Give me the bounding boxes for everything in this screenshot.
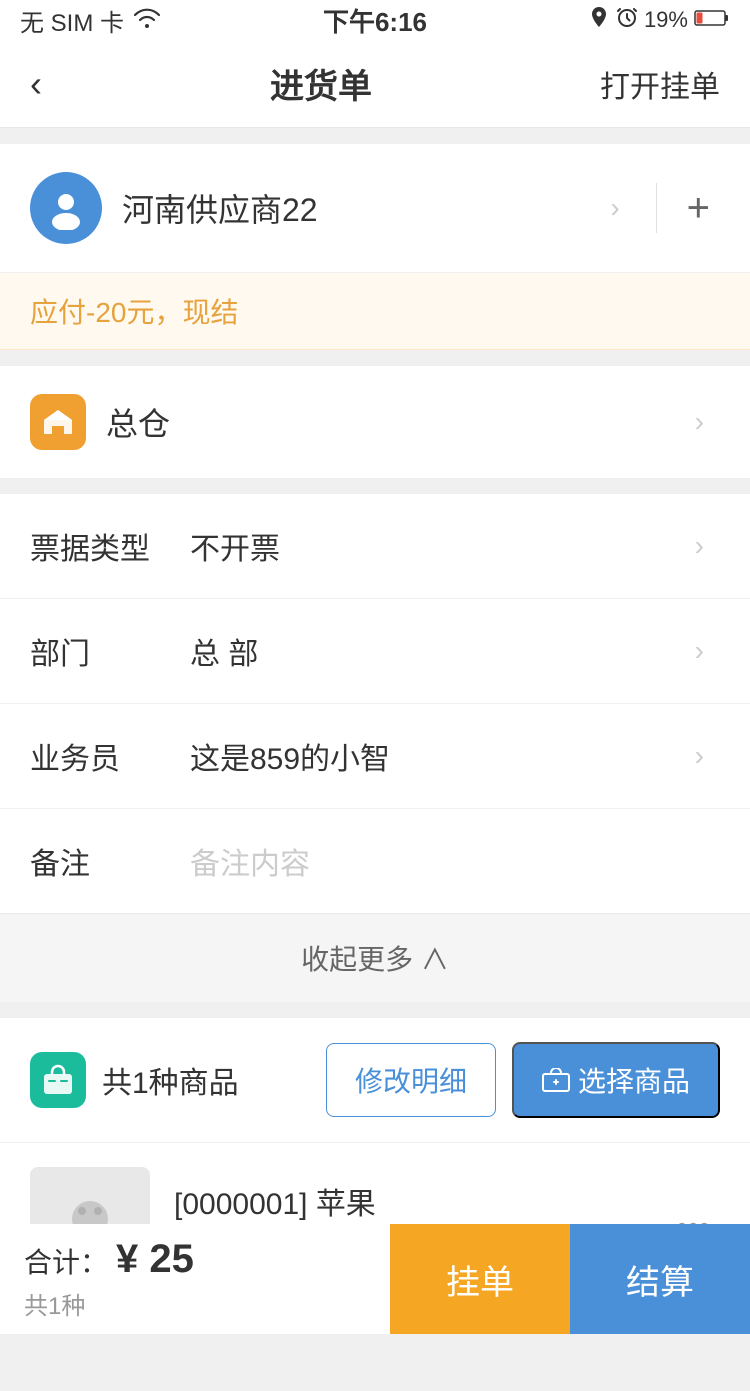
supplier-row[interactable]: 河南供应商22 › + bbox=[0, 144, 750, 273]
gap-4 bbox=[0, 1002, 750, 1018]
department-row[interactable]: 部门 总 部 › bbox=[0, 598, 750, 703]
remark-label: 备注 bbox=[30, 839, 170, 883]
select-product-label: 选择商品 bbox=[578, 1060, 690, 1100]
invoice-type-value: 不开票 bbox=[170, 524, 695, 568]
warehouse-row[interactable]: 总仓 › bbox=[0, 366, 750, 478]
invoice-chevron-icon: › bbox=[695, 530, 704, 562]
battery-icon bbox=[694, 7, 730, 33]
remark-input[interactable]: 备注内容 bbox=[170, 839, 720, 883]
collapse-button[interactable]: 收起更多 ∧ bbox=[0, 913, 750, 1002]
status-right-area: 19% bbox=[588, 6, 730, 34]
wifi-icon bbox=[132, 6, 162, 35]
location-icon bbox=[588, 6, 610, 34]
salesperson-row[interactable]: 业务员 这是859的小智 › bbox=[0, 703, 750, 808]
product-name: [0000001] 苹果 bbox=[174, 1179, 666, 1223]
salesperson-chevron-icon: › bbox=[695, 740, 704, 772]
edit-detail-button[interactable]: 修改明细 bbox=[326, 1043, 496, 1117]
supplier-chevron-icon: › bbox=[610, 192, 619, 224]
gap-3 bbox=[0, 478, 750, 494]
battery-text: 19% bbox=[644, 7, 688, 33]
warehouse-section[interactable]: 总仓 › bbox=[0, 366, 750, 478]
warehouse-chevron-icon: › bbox=[695, 406, 704, 438]
checkout-button[interactable]: 结算 bbox=[570, 1224, 750, 1334]
invoice-type-label: 票据类型 bbox=[30, 524, 170, 568]
divider bbox=[656, 183, 657, 233]
product-count: 共1种商品 bbox=[102, 1058, 326, 1102]
page-title: 进货单 bbox=[270, 59, 372, 108]
department-label: 部门 bbox=[30, 629, 170, 673]
form-section: 票据类型 不开票 › 部门 总 部 › 业务员 这是859的小智 › 备注 备注… bbox=[0, 494, 750, 1002]
warehouse-name: 总仓 bbox=[106, 399, 695, 445]
warehouse-icon bbox=[30, 394, 86, 450]
salesperson-value: 这是859的小智 bbox=[170, 734, 695, 778]
open-hang-button[interactable]: 打开挂单 bbox=[600, 62, 720, 106]
status-bar: 无 SIM 卡 下午6:16 19% bbox=[0, 0, 750, 40]
supplier-name: 河南供应商22 bbox=[122, 185, 610, 231]
status-carrier: 无 SIM 卡 bbox=[20, 3, 162, 38]
total-sub-label: 共1种 bbox=[24, 1286, 366, 1321]
carrier-text: 无 SIM 卡 bbox=[20, 3, 124, 38]
total-label: 合计： bbox=[24, 1241, 108, 1281]
nav-bar: ‹ 进货单 打开挂单 bbox=[0, 40, 750, 128]
department-value: 总 部 bbox=[170, 629, 695, 673]
supplier-section: 河南供应商22 › + 应付-20元，现结 bbox=[0, 144, 750, 350]
product-header: 共1种商品 修改明细 选择商品 bbox=[0, 1018, 750, 1142]
supplier-avatar bbox=[30, 172, 102, 244]
select-product-button[interactable]: 选择商品 bbox=[512, 1042, 720, 1118]
remark-row[interactable]: 备注 备注内容 bbox=[0, 808, 750, 913]
status-time: 下午6:16 bbox=[323, 2, 427, 39]
alarm-icon bbox=[616, 6, 638, 34]
footer-total-area: 合计： ¥ 25 共1种 bbox=[0, 1224, 390, 1334]
gap-2 bbox=[0, 350, 750, 366]
total-amount: ¥ 25 bbox=[116, 1237, 194, 1282]
add-button[interactable]: + bbox=[677, 186, 720, 231]
notice-bar: 应付-20元，现结 bbox=[0, 273, 750, 350]
gap-1 bbox=[0, 128, 750, 144]
invoice-type-row[interactable]: 票据类型 不开票 › bbox=[0, 494, 750, 598]
footer-bar: 合计： ¥ 25 共1种 挂单 结算 bbox=[0, 1224, 750, 1334]
product-section-icon bbox=[30, 1052, 86, 1108]
back-button[interactable]: ‹ bbox=[30, 63, 42, 105]
department-chevron-icon: › bbox=[695, 635, 704, 667]
hang-button[interactable]: 挂单 bbox=[390, 1224, 570, 1334]
salesperson-label: 业务员 bbox=[30, 734, 170, 778]
